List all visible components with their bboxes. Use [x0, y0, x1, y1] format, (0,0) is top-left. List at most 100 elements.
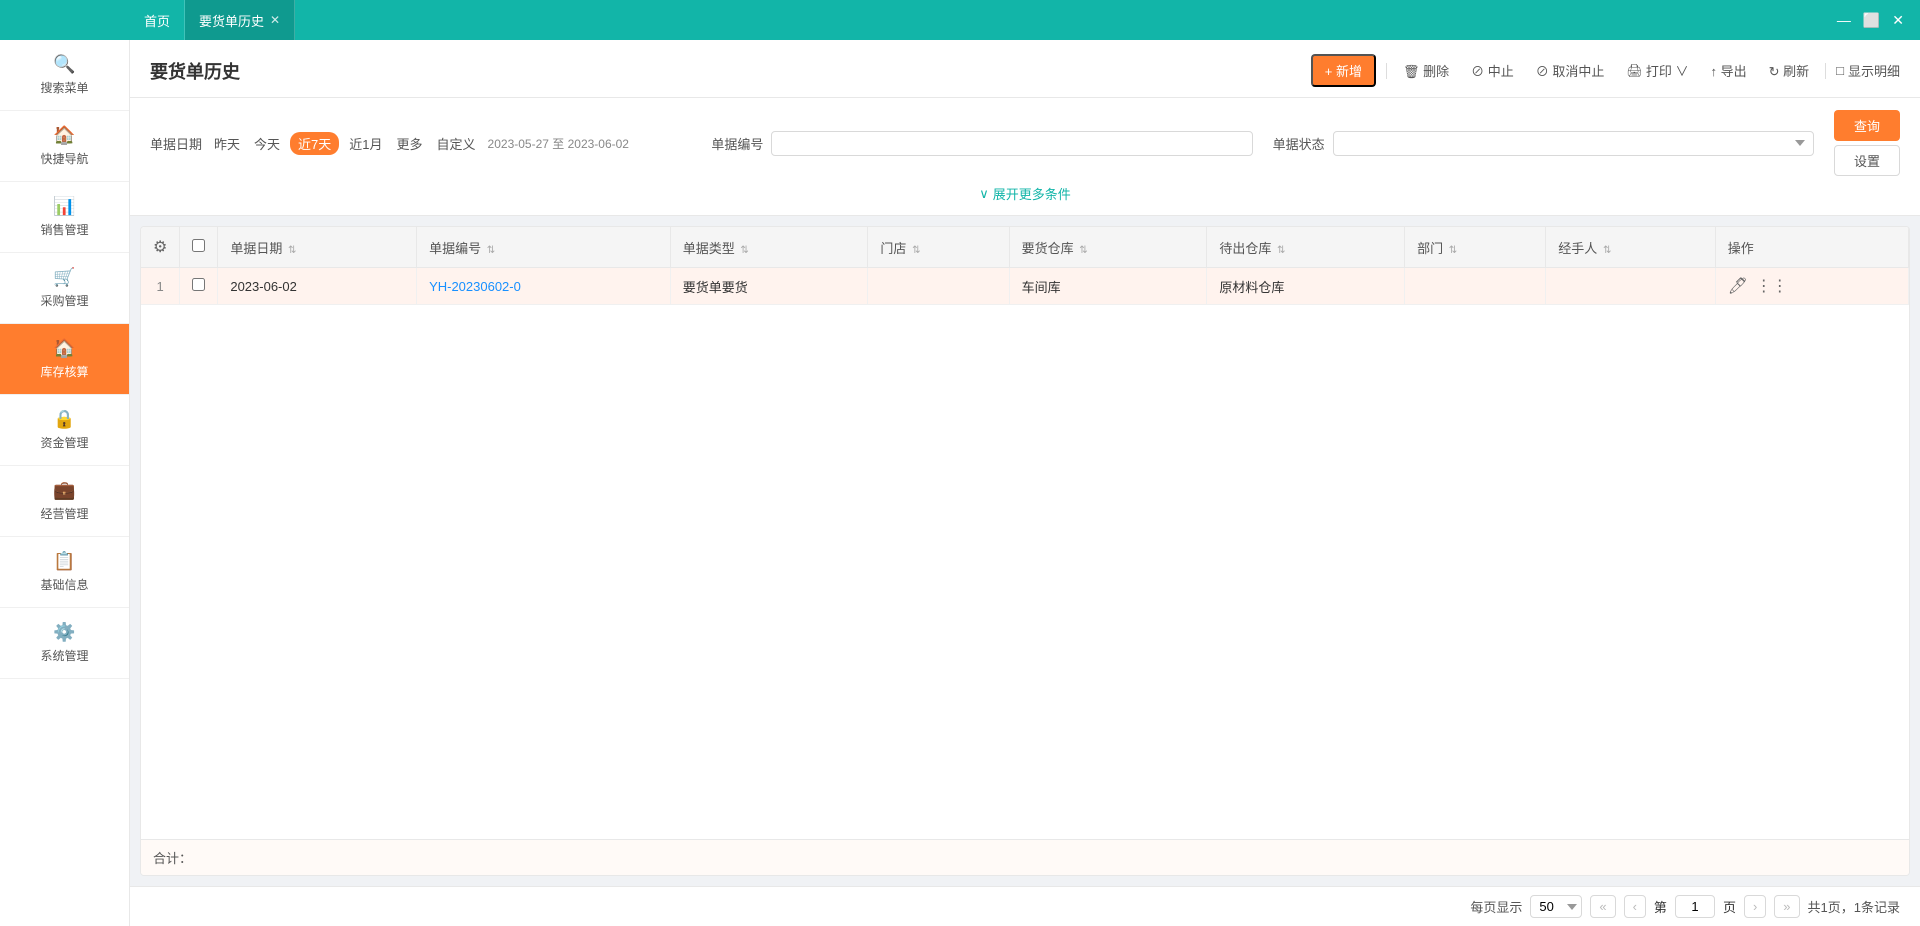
sort-order-no-icon[interactable]: ⇅: [487, 245, 495, 256]
filter-area: 单据日期 昨天 今天 近7天 近1月 更多 自定义 2023-05-27 至 2…: [130, 98, 1920, 216]
print-icon: 🖨: [1626, 63, 1643, 79]
tab-home[interactable]: 首页: [130, 0, 185, 40]
th-settings: ⚙: [141, 227, 180, 268]
sidebar-item-basic-info[interactable]: 📋 基础信息: [0, 537, 129, 608]
page-header: 要货单历史 + 新增 🗑 删除 ⊘ 中止 ⊘ 取消中止 🖨 🖨 打印 打印 ∨ …: [130, 40, 1920, 98]
window-maximize-icon[interactable]: ⬜: [1863, 12, 1880, 29]
sidebar-item-operation[interactable]: 💼 经营管理: [0, 466, 129, 537]
date-range-display: 2023-05-27 至 2023-06-02: [488, 135, 629, 152]
date-shortcut-more[interactable]: 更多: [393, 132, 427, 155]
sidebar-item-quick-nav[interactable]: 🏠 快捷导航: [0, 111, 129, 182]
tab-home-label: 首页: [144, 11, 170, 30]
page-title: 要货单历史: [150, 58, 240, 84]
pagination-bar: 每页显示 50 20 100 « ‹ 第 页 › » 共1页，1条记录: [130, 886, 1920, 926]
date-filter-label: 单据日期: [150, 134, 202, 153]
th-handler-label: 经手人: [1558, 241, 1597, 256]
table-settings-icon[interactable]: ⚙: [153, 239, 167, 256]
window-close-icon[interactable]: ✕: [1892, 12, 1904, 29]
status-label: 单据状态: [1273, 134, 1325, 153]
row-order-type: 要货单要货: [670, 268, 868, 305]
th-pending-warehouse: 待出仓库 ⇅: [1207, 227, 1405, 268]
export-button[interactable]: ↑ 导出: [1704, 57, 1752, 84]
sort-date-icon[interactable]: ⇅: [288, 245, 296, 256]
row-checkbox[interactable]: [192, 278, 205, 291]
tab-order-history[interactable]: 要货单历史 ✕: [185, 0, 295, 40]
sort-req-warehouse-icon[interactable]: ⇅: [1079, 245, 1087, 256]
query-button[interactable]: 查询: [1834, 110, 1900, 141]
sort-pending-warehouse-icon[interactable]: ⇅: [1277, 245, 1285, 256]
filter-row-1: 单据日期 昨天 今天 近7天 近1月 更多 自定义 2023-05-27 至 2…: [150, 110, 1900, 176]
table-row: 1 2023-06-02 YH-20230602-0 要货单要货 车间库 原材料…: [141, 268, 1909, 305]
order-number-input[interactable]: [771, 131, 1252, 156]
th-order-no: 单据编号 ⇅: [417, 227, 671, 268]
sidebar-item-inventory[interactable]: 🏠 库存核算: [0, 324, 129, 395]
window-minimize-icon[interactable]: —: [1837, 12, 1851, 28]
page-next-button[interactable]: ›: [1744, 895, 1766, 918]
sidebar: 🔍 搜索菜单 🏠 快捷导航 📊 销售管理 🛒 采购管理 🏠 库存核算 🔒 资金管…: [0, 40, 130, 926]
search-icon: 🔍: [53, 54, 75, 75]
sort-handler-icon[interactable]: ⇅: [1603, 245, 1611, 256]
select-all-checkbox[interactable]: [192, 239, 205, 252]
sort-order-type-icon[interactable]: ⇅: [740, 245, 748, 256]
expand-more-button[interactable]: ∨ 展开更多条件: [150, 184, 1900, 203]
th-req-warehouse: 要货仓库 ⇅: [1009, 227, 1207, 268]
total-info: 共1页，1条记录: [1808, 897, 1900, 916]
order-number-label: 单据编号: [711, 134, 763, 153]
row-pending-warehouse: 原材料仓库: [1207, 268, 1405, 305]
display-detail-button[interactable]: □ □ 显示明细 显示明细: [1836, 61, 1900, 80]
sidebar-item-purchase[interactable]: 🛒 采购管理: [0, 253, 129, 324]
tab-close-icon[interactable]: ✕: [270, 13, 280, 27]
sort-store-icon[interactable]: ⇅: [912, 245, 920, 256]
date-filter-group: 单据日期 昨天 今天 近7天 近1月 更多 自定义 2023-05-27 至 2…: [150, 132, 691, 155]
date-shortcut-today[interactable]: 今天: [250, 132, 284, 155]
th-order-no-label: 单据编号: [429, 241, 481, 256]
date-shortcuts: 昨天 今天 近7天 近1月 更多 自定义: [210, 132, 480, 155]
sidebar-item-quick-nav-label: 快捷导航: [40, 150, 88, 167]
row-edit-icon[interactable]: 🖊: [1728, 278, 1748, 295]
page-first-button[interactable]: «: [1590, 895, 1615, 918]
print-button[interactable]: 🖨 🖨 打印 打印 ∨: [1620, 57, 1694, 84]
operation-icon: 💼: [53, 480, 75, 501]
sidebar-item-search-menu[interactable]: 🔍 搜索菜单: [0, 40, 129, 111]
date-shortcut-last7days[interactable]: 近7天: [290, 132, 339, 155]
page-size-select[interactable]: 50 20 100: [1530, 895, 1582, 918]
checkbox-icon: □: [1836, 63, 1844, 78]
sidebar-item-finance[interactable]: 🔒 资金管理: [0, 395, 129, 466]
th-store: 门店 ⇅: [868, 227, 1009, 268]
data-table: ⚙ 单据日期 ⇅ 单据编号 ⇅: [141, 227, 1909, 305]
sidebar-item-system-label: 系统管理: [40, 647, 88, 664]
sidebar-item-finance-label: 资金管理: [40, 434, 88, 451]
date-shortcut-lastmonth[interactable]: 近1月: [345, 132, 386, 155]
page-last-button[interactable]: »: [1774, 895, 1799, 918]
sidebar-item-system[interactable]: ⚙️ 系统管理: [0, 608, 129, 679]
th-dept-label: 部门: [1417, 241, 1443, 256]
refresh-button[interactable]: ↻ 刷新: [1763, 57, 1816, 84]
date-shortcut-custom[interactable]: 自定义: [433, 132, 480, 155]
sidebar-item-sales[interactable]: 📊 销售管理: [0, 182, 129, 253]
row-more-icon[interactable]: ⋮⋮: [1756, 278, 1788, 295]
sidebar-item-sales-label: 销售管理: [40, 221, 88, 238]
table-area: ⚙ 单据日期 ⇅ 单据编号 ⇅: [140, 226, 1910, 876]
settings-button[interactable]: 设置: [1834, 145, 1900, 176]
th-req-warehouse-label: 要货仓库: [1022, 241, 1074, 256]
page-input[interactable]: [1675, 895, 1715, 918]
row-store: [868, 268, 1009, 305]
row-date: 2023-06-02: [218, 268, 417, 305]
date-shortcut-yesterday[interactable]: 昨天: [210, 132, 244, 155]
row-handler: [1546, 268, 1715, 305]
cancel-suspend-button[interactable]: ⊘ 取消中止: [1530, 57, 1611, 84]
page-prev-button[interactable]: ‹: [1624, 895, 1646, 918]
tab-order-history-label: 要货单历史: [199, 11, 264, 30]
th-action-label: 操作: [1728, 241, 1754, 256]
delete-button[interactable]: 🗑 删除: [1397, 57, 1455, 84]
order-no-link[interactable]: YH-20230602-0: [429, 279, 521, 294]
sort-dept-icon[interactable]: ⇅: [1449, 245, 1457, 256]
row-dept: [1405, 268, 1546, 305]
page-label: 第: [1654, 897, 1667, 916]
system-icon: ⚙️: [53, 622, 75, 643]
total-label: 合计：: [153, 848, 192, 867]
suspend-button[interactable]: ⊘ 中止: [1465, 57, 1520, 84]
new-button[interactable]: + 新增: [1311, 54, 1376, 87]
th-handler: 经手人 ⇅: [1546, 227, 1715, 268]
status-select[interactable]: [1333, 131, 1814, 156]
